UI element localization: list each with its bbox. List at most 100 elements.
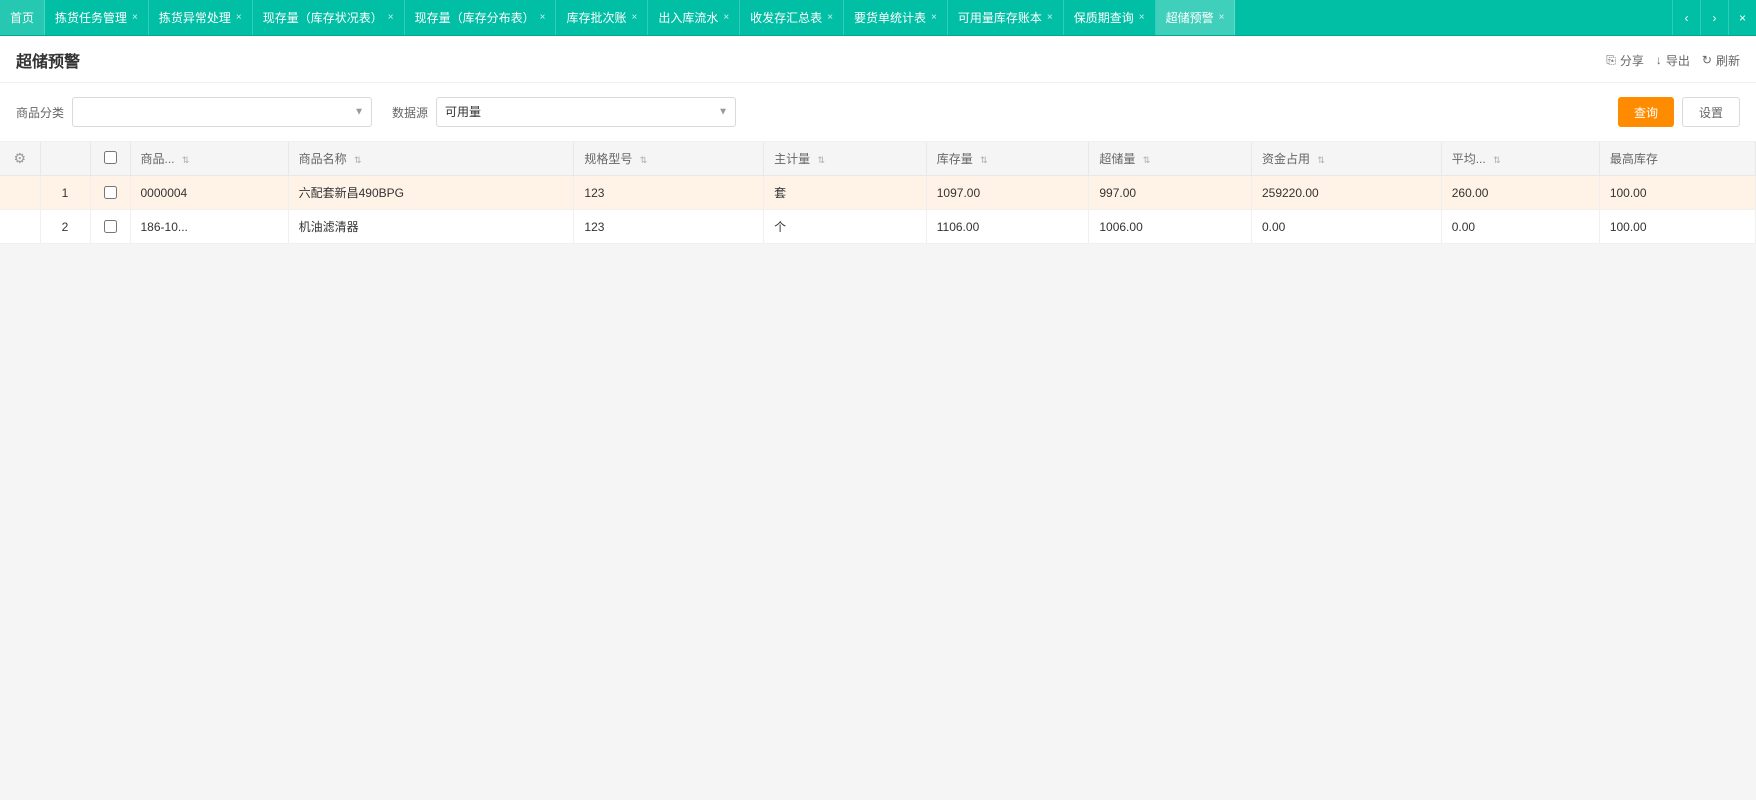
data-source-select-wrap: 可用量 库存量 ▼ [436, 97, 736, 127]
nav-item-home[interactable]: 首页 [0, 0, 45, 35]
nav-item-task-mgmt[interactable]: 拣货任务管理 × [45, 0, 149, 35]
row-capital-occupied: 259220.00 [1251, 176, 1441, 210]
row-index: 1 [40, 176, 90, 210]
col-header-overstock[interactable]: 超储量 ⇅ [1089, 142, 1252, 176]
close-abnormal-icon[interactable]: × [236, 12, 242, 23]
row-settings-cell [0, 176, 40, 210]
nav-label-task-mgmt: 拣货任务管理 [55, 9, 127, 26]
close-order-stats-icon[interactable]: × [931, 12, 937, 23]
close-in-out-flow-icon[interactable]: × [723, 12, 729, 23]
nav-item-batch-account[interactable]: 库存批次账 × [556, 0, 648, 35]
filter-area: 商品分类 ▼ 数据源 可用量 库存量 ▼ 查询 设置 [0, 83, 1756, 142]
close-available-account-icon[interactable]: × [1047, 12, 1053, 23]
col-header-spec[interactable]: 规格型号 ⇅ [574, 142, 764, 176]
share-label: 分享 [1620, 52, 1644, 69]
row-checkbox[interactable] [104, 220, 117, 233]
nav-prev-arrow[interactable]: ‹ [1672, 0, 1700, 35]
row-avg: 260.00 [1441, 176, 1599, 210]
share-button[interactable]: ⎘ 分享 [1606, 52, 1644, 69]
sort-product-code-icon: ⇅ [182, 155, 190, 166]
col-header-product-name[interactable]: 商品名称 ⇅ [288, 142, 574, 176]
sort-unit-icon: ⇅ [818, 155, 826, 166]
close-batch-account-icon[interactable]: × [631, 12, 637, 23]
filter-actions: 查询 设置 [1618, 97, 1740, 127]
col-header-unit[interactable]: 主计量 ⇅ [764, 142, 927, 176]
nav-close-all[interactable]: × [1728, 0, 1756, 35]
row-capital-occupied: 0.00 [1251, 210, 1441, 244]
nav-item-available-account[interactable]: 可用量库存账本 × [948, 0, 1064, 35]
table-row: 1 0000004 六配套新昌490BPG 123 套 1097.00 997.… [0, 176, 1756, 210]
page-title: 超储预警 [16, 48, 80, 72]
close-task-mgmt-icon[interactable]: × [132, 12, 138, 23]
refresh-button[interactable]: ↻ 刷新 [1702, 52, 1740, 69]
close-overstock-warning-icon[interactable]: × [1219, 12, 1225, 23]
query-button[interactable]: 查询 [1618, 97, 1674, 127]
col-header-max-stock[interactable]: 最高库存 [1599, 142, 1755, 176]
nav-item-inventory-dist[interactable]: 现存量（库存分布表） × [405, 0, 557, 35]
sort-spec-icon: ⇅ [640, 155, 648, 166]
nav-label-order-stats: 要货单统计表 [854, 9, 926, 26]
nav-label-home: 首页 [10, 9, 34, 26]
col-header-stock[interactable]: 库存量 ⇅ [926, 142, 1089, 176]
nav-label-available-account: 可用量库存账本 [958, 9, 1042, 26]
top-navigation: 首页 拣货任务管理 × 拣货异常处理 × 现存量（库存状况表） × 现存量（库存… [0, 0, 1756, 36]
nav-item-abnormal[interactable]: 拣货异常处理 × [149, 0, 253, 35]
row-checkbox-cell [90, 210, 130, 244]
row-checkbox-cell [90, 176, 130, 210]
sort-overstock-icon: ⇅ [1143, 155, 1151, 166]
row-unit: 个 [764, 210, 927, 244]
close-collect-send-icon[interactable]: × [827, 12, 833, 23]
col-header-checkbox [90, 142, 130, 176]
row-settings-cell [0, 210, 40, 244]
data-table: ⚙ 商品... ⇅ 商品名称 ⇅ 规格型号 [0, 142, 1756, 244]
row-index: 2 [40, 210, 90, 244]
close-quality-check-icon[interactable]: × [1139, 12, 1145, 23]
nav-next-arrow[interactable]: › [1700, 0, 1728, 35]
share-icon: ⎘ [1606, 53, 1616, 68]
sort-avg-icon: ⇅ [1493, 155, 1501, 166]
data-source-select[interactable]: 可用量 库存量 [436, 97, 736, 127]
row-product-code: 186-10... [130, 210, 288, 244]
nav-label-batch-account: 库存批次账 [566, 9, 626, 26]
data-source-label: 数据源 [392, 104, 428, 121]
data-table-wrap: ⚙ 商品... ⇅ 商品名称 ⇅ 规格型号 [0, 142, 1756, 244]
row-product-code: 0000004 [130, 176, 288, 210]
refresh-icon: ↻ [1702, 53, 1712, 67]
row-stock: 1106.00 [926, 210, 1089, 244]
nav-label-abnormal: 拣货异常处理 [159, 9, 231, 26]
nav-label-quality-check: 保质期查询 [1074, 9, 1134, 26]
row-checkbox[interactable] [104, 186, 117, 199]
settings-button[interactable]: 设置 [1682, 97, 1740, 127]
select-all-checkbox[interactable] [104, 151, 117, 164]
page-header: 超储预警 ⎘ 分享 ↓ 导出 ↻ 刷新 [0, 36, 1756, 83]
col-header-product-code[interactable]: 商品... ⇅ [130, 142, 288, 176]
nav-item-inventory-status[interactable]: 现存量（库存状况表） × [253, 0, 405, 35]
close-inventory-dist-icon[interactable]: × [540, 12, 546, 23]
product-category-filter: 商品分类 ▼ [16, 97, 372, 127]
export-button[interactable]: ↓ 导出 [1656, 52, 1690, 69]
sort-stock-icon: ⇅ [980, 155, 988, 166]
data-source-filter: 数据源 可用量 库存量 ▼ [392, 97, 736, 127]
row-unit: 套 [764, 176, 927, 210]
row-spec: 123 [574, 176, 764, 210]
nav-label-collect-send: 收发存汇总表 [750, 9, 822, 26]
product-category-select[interactable] [72, 97, 372, 127]
table-body: 1 0000004 六配套新昌490BPG 123 套 1097.00 997.… [0, 176, 1756, 244]
close-inventory-status-icon[interactable]: × [388, 12, 394, 23]
nav-label-inventory-status: 现存量（库存状况表） [263, 9, 383, 26]
nav-item-in-out-flow[interactable]: 出入库流水 × [648, 0, 740, 35]
row-stock: 1097.00 [926, 176, 1089, 210]
product-category-select-wrap: ▼ [72, 97, 372, 127]
nav-item-order-stats[interactable]: 要货单统计表 × [844, 0, 948, 35]
product-category-label: 商品分类 [16, 104, 64, 121]
main-content: 超储预警 ⎘ 分享 ↓ 导出 ↻ 刷新 商品分类 ▼ [0, 36, 1756, 244]
col-header-avg[interactable]: 平均... ⇅ [1441, 142, 1599, 176]
col-header-capital-occupied[interactable]: 资金占用 ⇅ [1251, 142, 1441, 176]
row-overstock: 1006.00 [1089, 210, 1252, 244]
export-icon: ↓ [1656, 53, 1662, 67]
gear-icon[interactable]: ⚙ [13, 150, 26, 166]
nav-item-quality-check[interactable]: 保质期查询 × [1064, 0, 1156, 35]
nav-item-overstock-warning[interactable]: 超储预警 × [1156, 0, 1236, 35]
page-actions: ⎘ 分享 ↓ 导出 ↻ 刷新 [1606, 52, 1740, 69]
nav-item-collect-send[interactable]: 收发存汇总表 × [740, 0, 844, 35]
